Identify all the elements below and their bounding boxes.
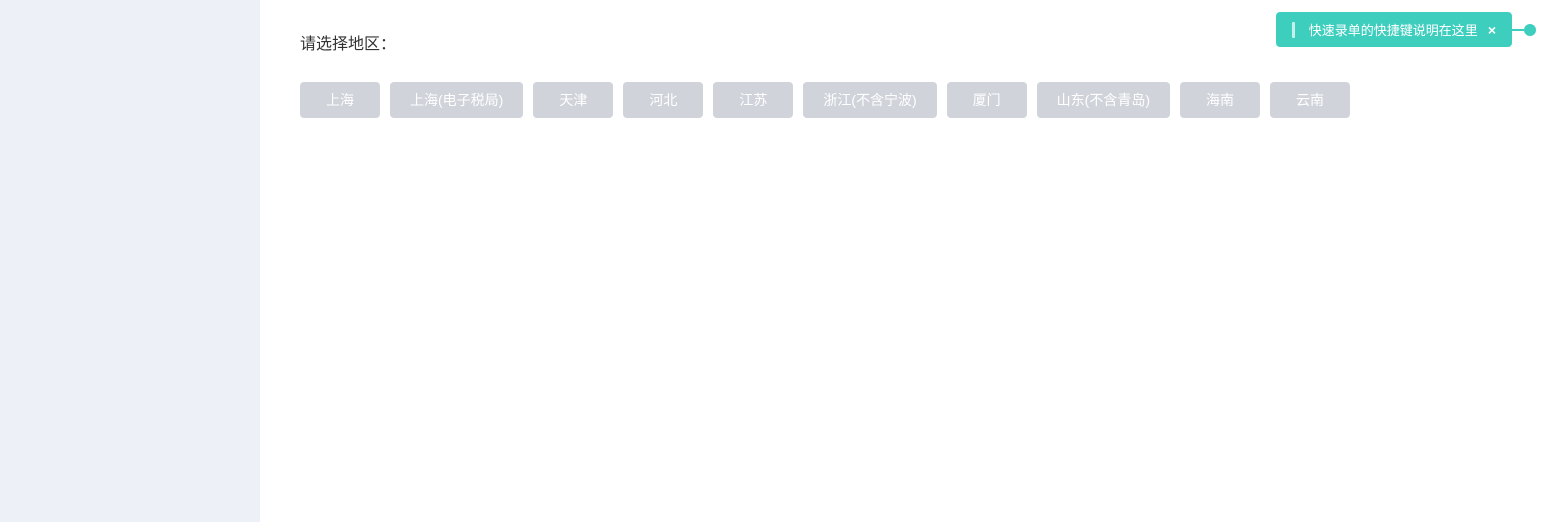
region-button[interactable]: 上海(电子税局) <box>390 82 523 118</box>
region-button[interactable]: 海南 <box>1180 82 1260 118</box>
region-button[interactable]: 河北 <box>623 82 703 118</box>
tooltip-line <box>1510 29 1524 31</box>
sidebar <box>0 0 260 522</box>
region-button[interactable]: 山东(不含青岛) <box>1037 82 1170 118</box>
region-button[interactable]: 云南 <box>1270 82 1350 118</box>
region-row-2: 山东(不含青岛) 海南云南 <box>1037 82 1350 118</box>
region-button[interactable]: 浙江(不含宁波) <box>803 82 936 118</box>
region-button[interactable]: 厦门 <box>947 82 1027 118</box>
tooltip-banner: 快速录单的快捷键说明在这里 × <box>1276 12 1512 47</box>
region-buttons: 上海上海(电子税局) 天津河北江苏浙江(不含宁波) 厦门 山东(不含青岛) 海南云南 <box>300 82 1522 128</box>
main-content: 请选择地区： 上海上海(电子税局)天津河北江苏浙江(不含宁波)厦门 山东(不含青… <box>260 0 1562 522</box>
region-button[interactable]: 江苏 <box>713 82 793 118</box>
tooltip-text: 快速录单的快捷键说明在这里 <box>1309 20 1478 39</box>
region-button[interactable]: 上海 <box>300 82 380 118</box>
tooltip-close-button[interactable]: × <box>1488 22 1496 38</box>
region-button[interactable]: 天津 <box>533 82 613 118</box>
region-row-1: 上海上海(电子税局) 天津河北江苏浙江(不含宁波) 厦门 <box>300 82 1027 118</box>
tooltip-dot <box>1524 24 1536 36</box>
